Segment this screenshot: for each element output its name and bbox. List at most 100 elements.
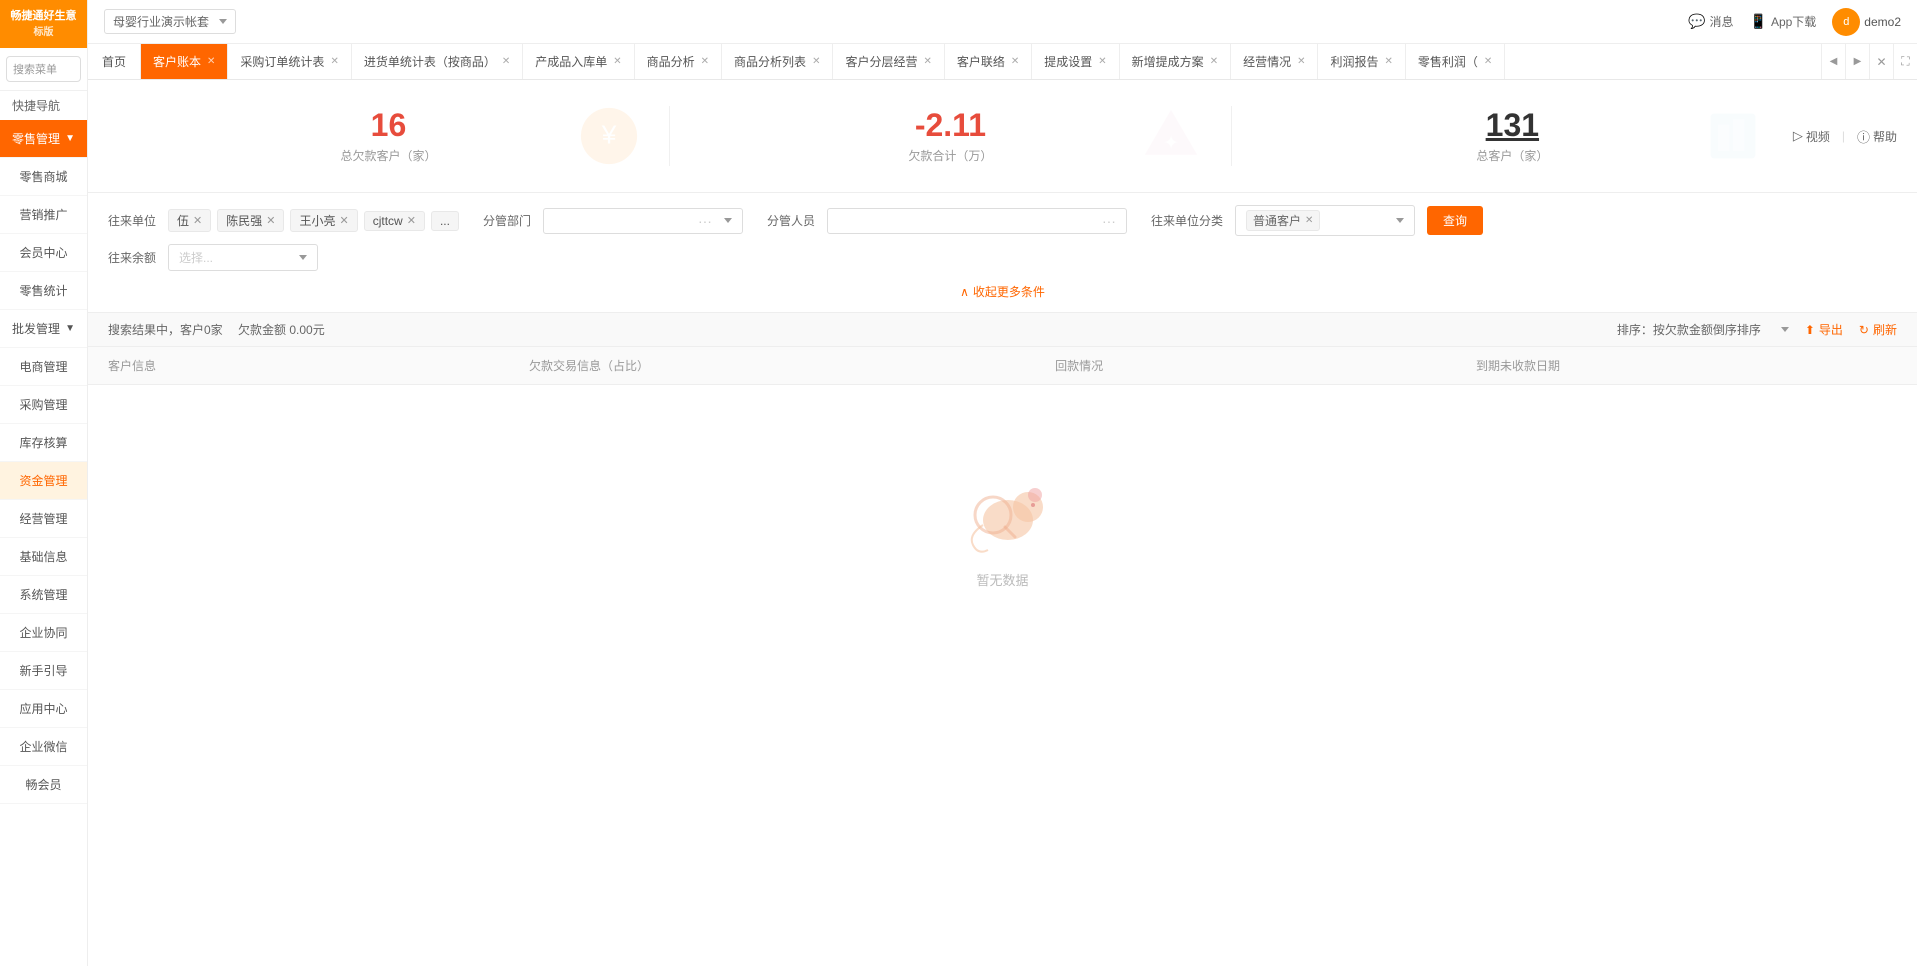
tab-close-icon[interactable]: ✕ [923, 56, 931, 67]
divider: | [1842, 129, 1845, 143]
remainder-dropdown[interactable]: 选择... [168, 244, 318, 271]
tab-customer-account[interactable]: 客户账本 ✕ [141, 44, 228, 80]
tab-close-icon[interactable]: ✕ [207, 56, 215, 67]
filter-tag-close-3[interactable]: ✕ [340, 214, 349, 227]
sidebar-item-basic-info[interactable]: 基础信息 [0, 538, 87, 576]
results-bar: 搜索结果中，客户0家 欠款金额 0.00元 排序：按欠款金额倒序排序 ⬆ 导出 … [88, 313, 1917, 347]
sidebar-item-label: 系统管理 [19, 588, 67, 602]
collapse-button[interactable]: ∧ 收起更多条件 [960, 283, 1045, 300]
tab-close-icon[interactable]: ✕ [502, 56, 510, 67]
tab-close-all-button[interactable]: ✕ [1869, 44, 1893, 80]
sidebar-search[interactable]: 搜索菜单 [0, 48, 87, 91]
tab-home[interactable]: 首页 [88, 44, 141, 80]
dept-more-icon: ··· [698, 213, 712, 229]
tab-product-inbound[interactable]: 产成品入库单 ✕ [523, 44, 634, 80]
tab-close-icon[interactable]: ✕ [1297, 56, 1305, 67]
sidebar-item-finance[interactable]: 资金管理 [0, 462, 87, 500]
tab-product-analysis-list[interactable]: 商品分析列表 ✕ [722, 44, 833, 80]
sidebar-item-member[interactable]: 会员中心 [0, 234, 87, 272]
person-dropdown[interactable]: ··· [827, 208, 1127, 234]
tab-retail-profit[interactable]: 零售利润（ ✕ [1406, 44, 1505, 80]
filter-tag-close-4[interactable]: ✕ [407, 214, 416, 227]
user-profile[interactable]: d demo2 [1832, 8, 1901, 36]
sidebar-item-ecommerce[interactable]: 电商管理 [0, 348, 87, 386]
tab-label: 进货单统计表（按商品） [364, 53, 496, 70]
empty-state: 暂无数据 [88, 385, 1917, 669]
tab-label: 采购订单统计表 [240, 53, 324, 70]
sidebar-item-app-center[interactable]: 应用中心 [0, 690, 87, 728]
tab-new-boost[interactable]: 新增提成方案 ✕ [1120, 44, 1231, 80]
search-menu-button[interactable]: 搜索菜单 [6, 56, 81, 82]
tab-boost-settings[interactable]: 提成设置 ✕ [1032, 44, 1119, 80]
tab-close-icon[interactable]: ✕ [613, 56, 621, 67]
tab-fullscreen-button[interactable]: ⛶ [1893, 44, 1917, 80]
stat-debit-customers: ¥ 16 总欠款客户（家） [108, 96, 669, 176]
filter-tag-label: cjttcw [373, 214, 403, 228]
tab-close-icon[interactable]: ✕ [330, 56, 338, 67]
sort-arrow-icon[interactable] [1781, 327, 1789, 332]
tab-close-icon[interactable]: ✕ [701, 56, 709, 67]
video-link[interactable]: ▷ 视频 [1793, 128, 1830, 145]
person-more-icon: ··· [1102, 213, 1116, 229]
tab-close-icon[interactable]: ✕ [1098, 56, 1106, 67]
sidebar-item-retail-mgmt[interactable]: 零售管理 ▼ [0, 120, 87, 158]
refresh-button[interactable]: ↻ 刷新 [1859, 321, 1897, 338]
filter-tag-label: 陈民强 [226, 212, 262, 229]
tab-customer-contact[interactable]: 客户联络 ✕ [945, 44, 1032, 80]
help-link[interactable]: ⓘ 帮助 [1857, 127, 1897, 146]
tab-close-icon[interactable]: ✕ [1385, 56, 1393, 67]
tab-close-icon[interactable]: ✕ [1011, 56, 1019, 67]
sidebar-item-marketing[interactable]: 营销推广 [0, 196, 87, 234]
app-download-button[interactable]: 📱 App下载 [1750, 13, 1817, 30]
sidebar-item-retail-mall[interactable]: 零售商城 [0, 158, 87, 196]
sidebar-item-vip[interactable]: 畅会员 [0, 766, 87, 804]
tab-close-icon[interactable]: ✕ [812, 56, 820, 67]
tab-close-icon[interactable]: ✕ [1210, 56, 1218, 67]
tab-customer-segment[interactable]: 客户分层经营 ✕ [833, 44, 944, 80]
sidebar-item-operations[interactable]: 经营管理 [0, 500, 87, 538]
tab-product-analysis[interactable]: 商品分析 ✕ [635, 44, 722, 80]
query-button[interactable]: 查询 [1427, 206, 1483, 235]
tab-close-icon[interactable]: ✕ [1484, 56, 1492, 67]
message-label: 消息 [1709, 13, 1733, 30]
filter-tag-more[interactable]: ... [431, 211, 459, 231]
tab-operations[interactable]: 经营情况 ✕ [1231, 44, 1318, 80]
tab-purchase-order[interactable]: 采购订单统计表 ✕ [228, 44, 351, 80]
message-button[interactable]: 💬 消息 [1688, 13, 1733, 30]
tab-prev-button[interactable]: ◀ [1821, 44, 1845, 80]
sidebar-item-wholesale[interactable]: 批发管理 ▼ [0, 310, 87, 348]
tab-stock-stats[interactable]: 进货单统计表（按商品） ✕ [352, 44, 523, 80]
tab-label: 经营情况 [1243, 53, 1291, 70]
stat-bg-icon-2: ✦ [1141, 106, 1201, 166]
tab-profit-report[interactable]: 利润报告 ✕ [1318, 44, 1405, 80]
sidebar-item-purchase[interactable]: 采购管理 [0, 386, 87, 424]
sidebar-item-label: 企业协同 [19, 626, 67, 640]
sidebar: 畅捷通好生意 标版 搜索菜单 零售管理 快捷导航 零售管理 ▼ 零售商城 营销推… [0, 0, 88, 966]
header-actions: 💬 消息 📱 App下载 d demo2 [1688, 8, 1901, 36]
tab-label: 客户分层经营 [845, 53, 917, 70]
stat-bg-icon-1: ¥ [579, 106, 639, 166]
account-selector[interactable]: 母婴行业演示帐套 [104, 9, 236, 34]
unit-type-dropdown[interactable]: 普通客户 ✕ [1235, 205, 1415, 236]
debit-amount-label: 欠款合计（万） [908, 147, 992, 164]
app-logo: 畅捷通好生意 标版 [0, 0, 87, 48]
sidebar-item-retail-stats[interactable]: 零售统计 [0, 272, 87, 310]
unit-type-tag-close[interactable]: ✕ [1305, 215, 1313, 226]
sidebar-item-inventory[interactable]: 库存核算 [0, 424, 87, 462]
filter-tag-label: 伍 [177, 212, 189, 229]
sidebar-item-corp-wechat[interactable]: 企业微信 [0, 728, 87, 766]
sidebar-item-sys-mgmt[interactable]: 系统管理 [0, 576, 87, 614]
empty-icon [953, 465, 1053, 555]
dept-dropdown[interactable]: ··· [543, 208, 743, 234]
export-button[interactable]: ⬆ 导出 [1805, 321, 1843, 338]
quick-nav-item[interactable]: 零售管理 快捷导航 [0, 91, 87, 120]
tab-label: 利润报告 [1330, 53, 1378, 70]
sidebar-item-label: 企业微信 [19, 740, 67, 754]
remainder-filter-label: 往来余额 [108, 249, 156, 266]
filter-tag-close-2[interactable]: ✕ [266, 214, 275, 227]
tab-next-button[interactable]: ▶ [1845, 44, 1869, 80]
filter-tag-close-1[interactable]: ✕ [193, 214, 202, 227]
sidebar-item-new-guide[interactable]: 新手引导 [0, 652, 87, 690]
debit-customers-value: 16 [340, 108, 436, 143]
sidebar-item-corp-agreement[interactable]: 企业协同 [0, 614, 87, 652]
